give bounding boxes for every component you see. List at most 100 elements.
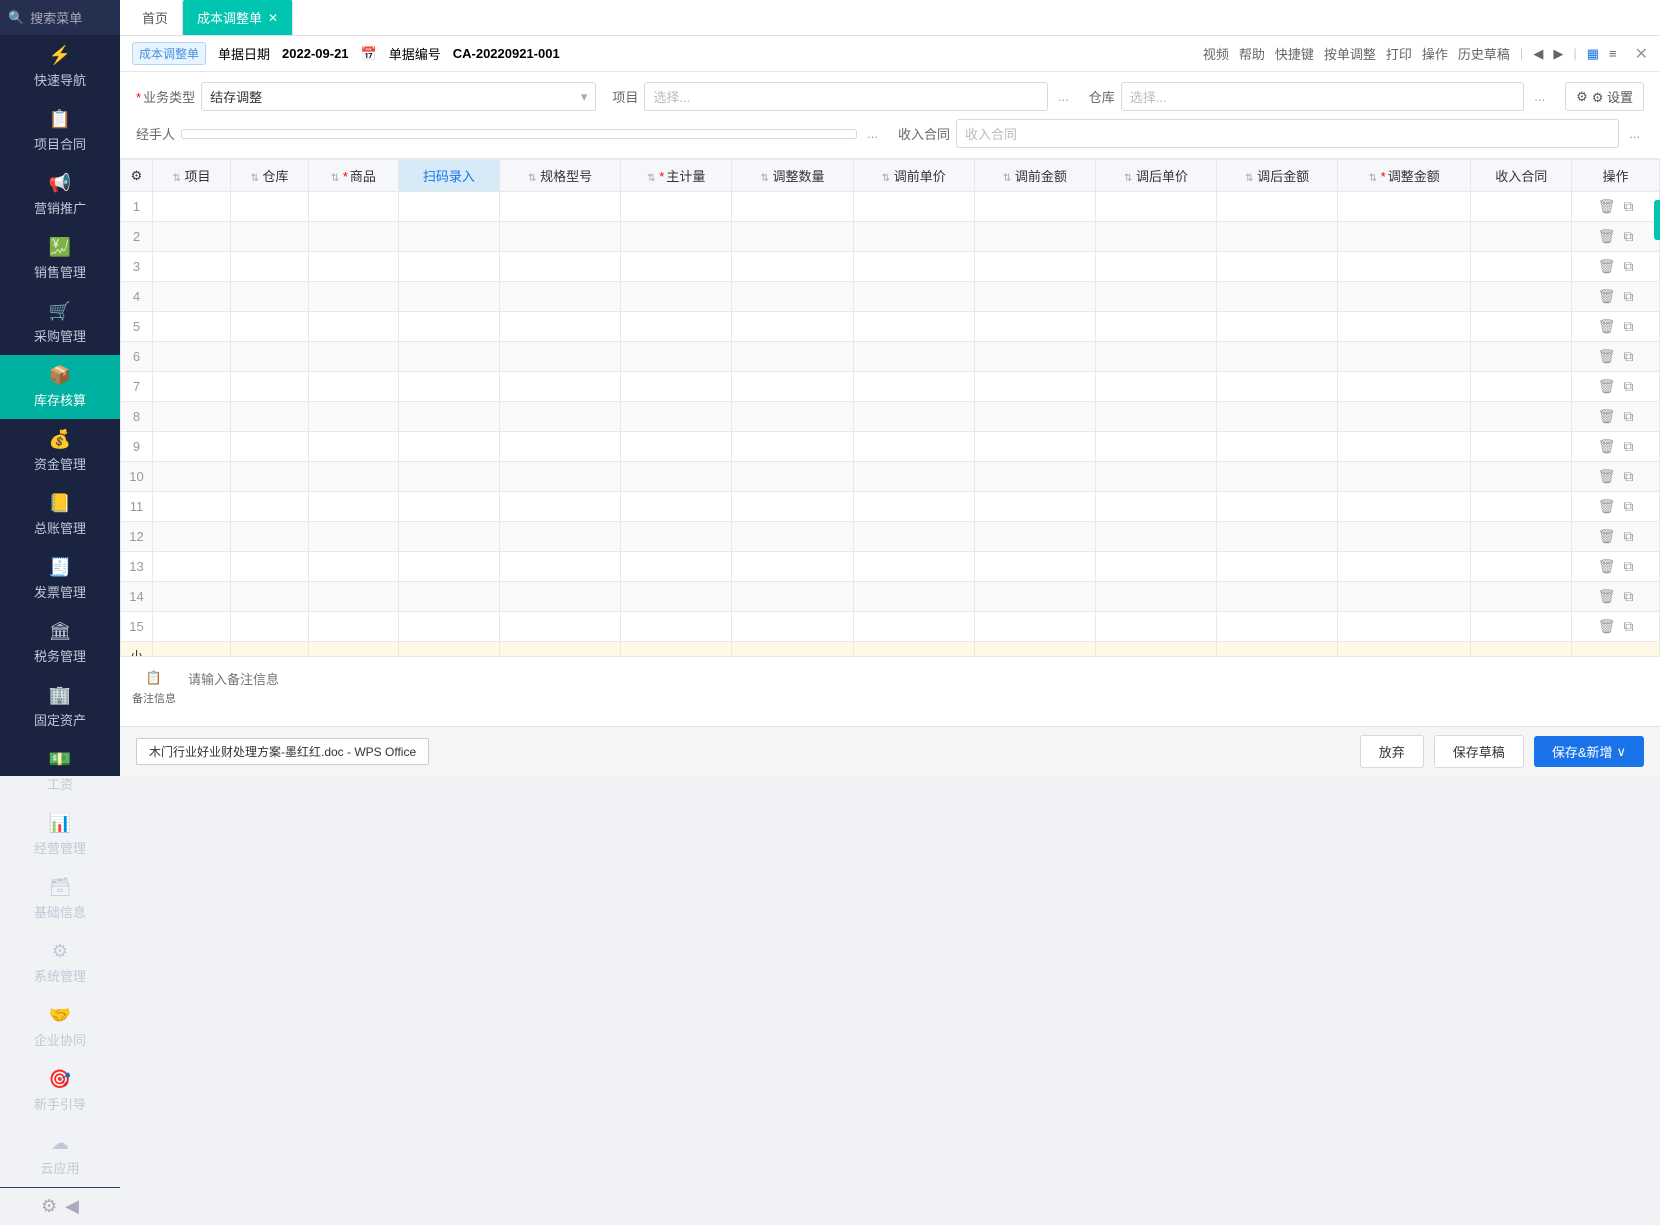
table-cell[interactable]	[621, 372, 732, 402]
table-cell[interactable]	[1338, 312, 1471, 342]
table-cell[interactable]	[499, 522, 620, 552]
table-cell[interactable]	[309, 192, 399, 222]
table-cell[interactable]	[1338, 342, 1471, 372]
table-cell[interactable]	[1095, 402, 1216, 432]
table-cell[interactable]	[231, 552, 309, 582]
table-cell[interactable]	[974, 312, 1095, 342]
table-cell[interactable]	[853, 372, 974, 402]
table-cell[interactable]	[1471, 312, 1572, 342]
table-cell[interactable]	[398, 342, 499, 372]
col-warehouse[interactable]: ⇅ 仓库	[231, 160, 309, 192]
table-cell[interactable]	[1471, 192, 1572, 222]
table-cell[interactable]	[1471, 252, 1572, 282]
copy-row-btn[interactable]: ⧉	[1622, 256, 1636, 277]
table-cell[interactable]	[1217, 522, 1338, 552]
table-cell[interactable]	[974, 252, 1095, 282]
table-cell[interactable]	[974, 582, 1095, 612]
sidebar-item-finance[interactable]: 💰 资金管理	[0, 419, 120, 483]
sidebar-item-fixed-assets[interactable]: 🏢 固定资产	[0, 675, 120, 739]
sidebar-search[interactable]: 🔍 搜索菜单	[0, 0, 120, 35]
table-cell[interactable]	[732, 552, 853, 582]
table-cell[interactable]	[621, 492, 732, 522]
table-cell[interactable]	[231, 582, 309, 612]
table-cell[interactable]	[398, 582, 499, 612]
table-cell[interactable]	[153, 192, 231, 222]
table-cell[interactable]	[1217, 312, 1338, 342]
table-cell[interactable]	[1471, 492, 1572, 522]
table-cell[interactable]	[499, 342, 620, 372]
table-cell[interactable]	[1338, 402, 1471, 432]
table-cell[interactable]	[1217, 282, 1338, 312]
table-cell[interactable]	[398, 552, 499, 582]
delete-row-btn[interactable]: 🗑	[1596, 346, 1618, 367]
table-cell[interactable]	[1338, 492, 1471, 522]
table-cell[interactable]	[1217, 462, 1338, 492]
table-cell[interactable]	[974, 372, 1095, 402]
table-cell[interactable]	[1471, 612, 1572, 642]
sidebar-item-basic-info[interactable]: 🗃 基础信息	[0, 867, 120, 931]
discard-button[interactable]: 放弃	[1360, 735, 1424, 768]
table-cell[interactable]	[1471, 372, 1572, 402]
table-cell[interactable]	[1095, 432, 1216, 462]
delete-row-btn[interactable]: 🗑	[1596, 556, 1618, 577]
sidebar-item-new-guide[interactable]: 🎯 新手引导	[0, 1059, 120, 1123]
delete-row-btn[interactable]: 🗑	[1596, 196, 1618, 217]
settings-icon[interactable]: ⚙	[41, 1196, 57, 1217]
table-cell[interactable]	[153, 372, 231, 402]
table-cell[interactable]	[231, 522, 309, 552]
delete-row-btn[interactable]: 🗑	[1596, 316, 1618, 337]
toggle-sidebar-icon[interactable]: ◀	[65, 1196, 79, 1217]
table-cell[interactable]	[1338, 612, 1471, 642]
table-cell[interactable]	[309, 432, 399, 462]
table-cell[interactable]	[621, 552, 732, 582]
table-cell[interactable]	[1217, 192, 1338, 222]
table-cell[interactable]	[1217, 432, 1338, 462]
chevron-down-icon[interactable]: ∨	[1616, 744, 1626, 760]
copy-row-btn[interactable]: ⧉	[1622, 616, 1636, 637]
table-cell[interactable]	[1095, 342, 1216, 372]
table-cell[interactable]	[732, 492, 853, 522]
table-cell[interactable]	[621, 252, 732, 282]
table-cell[interactable]	[1095, 462, 1216, 492]
table-cell[interactable]	[231, 402, 309, 432]
save-draft-button[interactable]: 保存草稿	[1434, 735, 1524, 768]
table-cell[interactable]	[621, 192, 732, 222]
delete-row-btn[interactable]: 🗑	[1596, 496, 1618, 517]
help-btn[interactable]: 帮助	[1239, 44, 1265, 63]
table-cell[interactable]	[309, 582, 399, 612]
col-adj-amount[interactable]: ⇅ 调整金额	[1338, 160, 1471, 192]
table-cell[interactable]	[1338, 192, 1471, 222]
table-cell[interactable]	[398, 282, 499, 312]
table-cell[interactable]	[153, 282, 231, 312]
table-cell[interactable]	[732, 522, 853, 552]
table-cell[interactable]	[231, 372, 309, 402]
view-btn[interactable]: 视频	[1203, 44, 1229, 63]
delete-row-btn[interactable]: 🗑	[1596, 286, 1618, 307]
col-project[interactable]: ⇅ 项目	[153, 160, 231, 192]
table-cell[interactable]	[732, 372, 853, 402]
table-cell[interactable]	[853, 342, 974, 372]
table-cell[interactable]	[1471, 582, 1572, 612]
history-btn[interactable]: 历史草稿	[1458, 44, 1510, 63]
table-cell[interactable]	[1217, 492, 1338, 522]
table-cell[interactable]	[974, 522, 1095, 552]
table-cell[interactable]	[499, 582, 620, 612]
table-cell[interactable]	[309, 462, 399, 492]
table-cell[interactable]	[974, 282, 1095, 312]
table-cell[interactable]	[621, 342, 732, 372]
table-cell[interactable]	[1217, 582, 1338, 612]
table-cell[interactable]	[398, 252, 499, 282]
table-cell[interactable]	[732, 312, 853, 342]
table-cell[interactable]	[1338, 372, 1471, 402]
project-value[interactable]: 选择...	[644, 82, 1048, 111]
table-cell[interactable]	[621, 402, 732, 432]
table-cell[interactable]	[974, 462, 1095, 492]
print-btn[interactable]: 打印	[1386, 44, 1412, 63]
table-cell[interactable]	[153, 522, 231, 552]
table-cell[interactable]	[153, 462, 231, 492]
table-cell[interactable]	[1338, 252, 1471, 282]
table-cell[interactable]	[853, 582, 974, 612]
table-cell[interactable]	[974, 432, 1095, 462]
table-cell[interactable]	[499, 252, 620, 282]
table-cell[interactable]	[499, 432, 620, 462]
